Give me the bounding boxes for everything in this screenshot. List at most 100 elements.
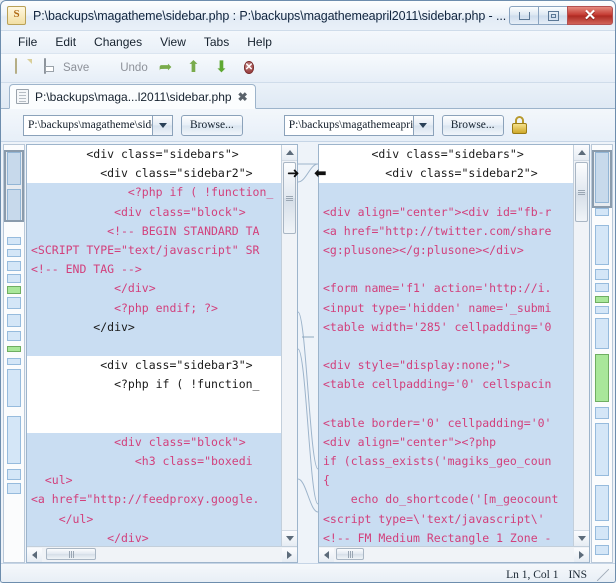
overview-diff-block[interactable]	[7, 297, 21, 310]
menu-item-tabs[interactable]: Tabs	[195, 33, 238, 51]
overview-diff-block[interactable]	[7, 468, 21, 480]
code-line[interactable]: <g:plusone></g:plusone></div>	[319, 240, 573, 261]
overview-diff-block[interactable]	[595, 423, 609, 477]
right-scroll-left-button[interactable]	[319, 547, 334, 562]
previous-difference-button[interactable]: ⬆	[183, 58, 207, 78]
overview-diff-block[interactable]	[595, 354, 609, 403]
right-scroll-right-button[interactable]	[574, 547, 589, 562]
code-line[interactable]	[319, 336, 573, 357]
code-line[interactable]: <div class="block">	[27, 432, 281, 452]
menu-item-help[interactable]: Help	[238, 33, 281, 51]
code-line[interactable]: <script type=\'text/javascript\'	[319, 509, 573, 529]
right-file-path-input[interactable]: P:\backups\magathemeapril2	[283, 114, 413, 136]
code-line[interactable]: <div class="sidebar2">	[319, 164, 573, 183]
redo-button[interactable]: ➦	[155, 58, 179, 78]
code-line[interactable]: <div class="block">	[27, 202, 281, 222]
overview-viewport[interactable]	[4, 149, 24, 223]
code-line[interactable]: <h3 class="boxedi	[27, 452, 281, 472]
code-line[interactable]: <input type='hidden' name='_submi	[319, 298, 573, 318]
overview-diff-block[interactable]	[595, 282, 609, 293]
left-file-path-input[interactable]: P:\backups\magatheme\sideb	[23, 114, 152, 136]
code-line[interactable]: <div class="sidebar2">	[27, 164, 281, 183]
overview-diff-block[interactable]	[595, 269, 609, 281]
right-hscroll-thumb[interactable]	[336, 548, 364, 560]
overview-diff-block[interactable]	[7, 236, 21, 246]
left-file-dropdown-button[interactable]	[152, 114, 173, 136]
code-line[interactable]: <div align="center"><?php	[319, 432, 573, 452]
overview-diff-block[interactable]	[7, 261, 21, 271]
code-line[interactable]	[27, 414, 281, 433]
menu-item-view[interactable]: View	[151, 33, 195, 51]
left-scroll-left-button[interactable]	[27, 547, 42, 562]
code-line[interactable]: <SCRIPT TYPE="text/javascript" SR	[27, 240, 281, 261]
code-line[interactable]: {	[319, 471, 573, 491]
code-line[interactable]: <div class="sidebars">	[319, 145, 573, 164]
right-overview-map[interactable]	[591, 144, 613, 563]
right-code-view[interactable]: <div class="sidebars"> <div class="sideb…	[319, 145, 573, 546]
undo-button[interactable]: Undo	[96, 58, 151, 78]
overview-diff-block[interactable]	[595, 224, 609, 265]
code-line[interactable]	[27, 336, 281, 357]
left-scroll-right-button[interactable]	[282, 547, 297, 562]
right-horizontal-scrollbar[interactable]	[319, 546, 589, 562]
code-line[interactable]: <table border='0' cellpadding='0'	[319, 413, 573, 433]
code-line[interactable]: <!-- FM Medium Rectangle 1 Zone -	[319, 528, 573, 546]
left-scroll-down-button[interactable]	[282, 530, 297, 546]
code-line[interactable]: <form name='f1' action='http://i.	[319, 279, 573, 299]
overview-diff-block[interactable]	[7, 345, 21, 352]
copy-to-left-arrow[interactable]: ⬅	[314, 166, 327, 181]
left-vertical-scrollbar[interactable]	[281, 145, 297, 546]
left-horizontal-scrollbar[interactable]	[27, 546, 297, 562]
overview-diff-block[interactable]	[595, 296, 609, 304]
code-line[interactable]: <div class="sidebars">	[27, 145, 281, 164]
code-line[interactable]	[319, 394, 573, 414]
code-line[interactable]: <!-- BEGIN STANDARD TA	[27, 221, 281, 241]
tab-close-icon[interactable]: ✖	[238, 91, 248, 103]
overview-diff-block[interactable]	[595, 545, 609, 555]
overview-diff-block[interactable]	[595, 317, 609, 350]
lock-icon[interactable]	[511, 115, 528, 135]
code-line[interactable]: </div>	[27, 279, 281, 299]
overview-diff-block[interactable]	[7, 415, 21, 465]
code-line[interactable]: <a href="http://twitter.com/share	[319, 221, 573, 241]
code-line[interactable]: <ul>	[27, 471, 281, 491]
overview-diff-block[interactable]	[595, 305, 609, 315]
overview-diff-block[interactable]	[7, 274, 21, 283]
code-line[interactable]: <table cellpadding='0' cellspacin	[319, 375, 573, 395]
code-line[interactable]: <?php endif; ?>	[27, 298, 281, 318]
minimize-button[interactable]	[509, 6, 538, 25]
code-line[interactable]: </div>	[27, 317, 281, 337]
right-scroll-up-button[interactable]	[574, 145, 589, 161]
code-line[interactable]: </div>	[27, 528, 281, 546]
overview-diff-block[interactable]	[595, 207, 609, 217]
overview-diff-block[interactable]	[7, 331, 21, 341]
right-scroll-thumb[interactable]	[575, 162, 588, 222]
overview-diff-block[interactable]	[595, 525, 609, 541]
code-line[interactable]	[319, 183, 573, 203]
resize-grip-icon[interactable]	[597, 568, 609, 581]
stop-button[interactable]: ✕	[239, 58, 263, 78]
left-overview-map[interactable]	[3, 144, 25, 563]
next-difference-button[interactable]: ⬇	[211, 58, 235, 78]
code-line[interactable]	[27, 394, 281, 413]
overview-diff-block[interactable]	[7, 368, 21, 408]
code-line[interactable]: <div style="display:none;">	[319, 356, 573, 376]
left-file-combo[interactable]: P:\backups\magatheme\sideb	[23, 114, 173, 136]
code-line[interactable]: <?php if ( !function_	[27, 375, 281, 394]
code-line[interactable]: <!-- END TAG -->	[27, 260, 281, 280]
overview-diff-block[interactable]	[595, 484, 609, 521]
overview-diff-block[interactable]	[7, 357, 21, 365]
code-line[interactable]: if (class_exists('magiks_geo_coun	[319, 452, 573, 472]
overview-diff-block[interactable]	[7, 248, 21, 258]
code-line[interactable]: echo do_shortcode('[m_geocount	[319, 490, 573, 510]
code-line[interactable]: <div align="center"><div id="fb-r	[319, 202, 573, 222]
menu-item-changes[interactable]: Changes	[85, 33, 151, 51]
overview-viewport[interactable]	[592, 149, 612, 208]
code-line[interactable]: </ul>	[27, 509, 281, 529]
code-line[interactable]: <table width='285' cellpadding='0	[319, 317, 573, 337]
tab-sidebar-php[interactable]: P:\backups\maga...l2011\sidebar.php ✖	[9, 84, 256, 109]
left-hscroll-thumb[interactable]	[46, 548, 96, 560]
new-file-button[interactable]	[11, 58, 35, 78]
right-file-combo[interactable]: P:\backups\magathemeapril2	[283, 114, 434, 136]
close-button[interactable]: ✕	[567, 6, 613, 25]
